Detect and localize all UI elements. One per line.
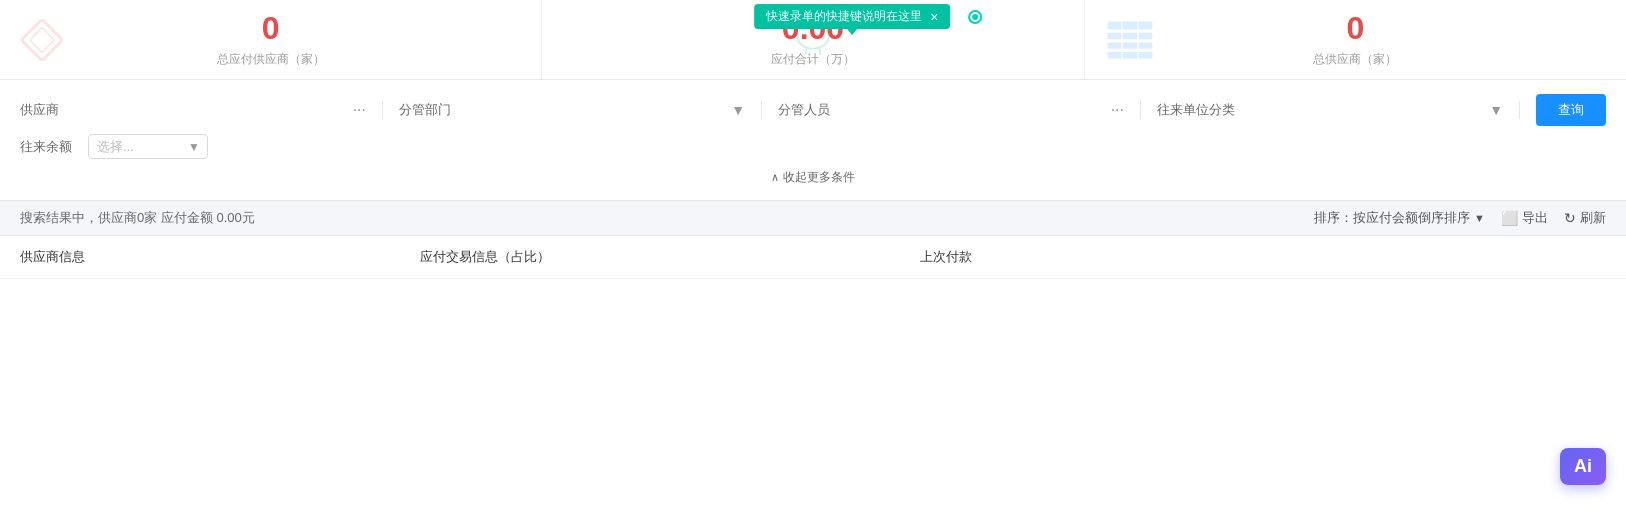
stat-payable-suppliers-value: 0 [262,11,280,46]
refresh-icon: ↻ [1564,210,1576,226]
stat-total-suppliers-value: 0 [1346,11,1364,46]
filter-department: 分管部门 ▼ [383,101,762,119]
result-actions: 排序：按应付会额倒序排序 ▼ ⬜ 导出 ↻ 刷新 [1314,209,1606,227]
filter-supplier: 供应商 ··· [20,101,383,119]
export-label: 导出 [1522,209,1548,227]
table-col2-header: 应付交易信息（占比） [420,248,920,266]
filter-row-1: 供应商 ··· 分管部门 ▼ 分管人员 ··· 往来单位分类 ▼ 查询 [20,94,1606,126]
svg-rect-1 [30,27,55,52]
result-bar: 搜索结果中，供应商0家 应付金额 0.00元 排序：按应付会额倒序排序 ▼ ⬜ … [0,201,1626,236]
grid-icon [1105,20,1155,60]
tooltip-text: 快速录单的快捷键说明在这里 [766,8,922,25]
svg-rect-0 [21,19,62,60]
ai-badge-button[interactable]: Ai [1560,448,1606,485]
diamond-icon [20,18,64,62]
tooltip-dot [970,12,980,22]
filter-unit-class: 往来单位分类 ▼ [1141,101,1520,119]
collapse-chevron-icon: ∧ [771,171,779,184]
export-icon: ⬜ [1501,210,1518,226]
result-info-text: 搜索结果中，供应商0家 应付金额 0.00元 [20,209,255,227]
svg-rect-7 [1107,21,1152,29]
refresh-label: 刷新 [1580,209,1606,227]
collapse-button[interactable]: ∧ 收起更多条件 [759,165,867,190]
collapse-label: 收起更多条件 [783,169,855,186]
supplier-input[interactable] [67,103,349,118]
stat-total-suppliers-label: 总供应商（家） [1313,51,1397,68]
filter-balance: 往来余额 选择... ▼ [20,134,208,159]
unit-class-label: 往来单位分类 [1157,101,1235,119]
svg-rect-10 [1107,52,1152,58]
query-button-container: 查询 [1520,94,1606,126]
sort-chevron-icon: ▼ [1474,212,1485,224]
tooltip-banner: 快速录单的快捷键说明在这里 × [754,4,950,29]
export-button[interactable]: ⬜ 导出 [1501,209,1548,227]
filter-row-2: 往来余额 选择... ▼ [20,134,1606,159]
refresh-button[interactable]: ↻ 刷新 [1564,209,1606,227]
table-col3-header: 上次付款 [920,248,1606,266]
stat-payable-suppliers-label: 总应付供应商（家） [217,51,325,68]
person-input[interactable] [838,103,1107,118]
svg-rect-8 [1107,32,1152,38]
stat-total-suppliers: 0 总供应商（家） [1085,0,1626,79]
person-dots-button[interactable]: ··· [1111,101,1124,119]
balance-label: 往来余额 [20,138,72,156]
svg-line-5 [819,47,820,55]
stat-payable-total: 快速录单的快捷键说明在这里 × 0.00 应付合计（万） [542,0,1084,79]
filter-person: 分管人员 ··· [762,101,1141,119]
sort-label: 排序：按应付会额倒序排序 [1314,209,1470,227]
department-label: 分管部门 [399,101,451,119]
filter-bar: 供应商 ··· 分管部门 ▼ 分管人员 ··· 往来单位分类 ▼ 查询 往来 [0,80,1626,201]
stat-total-payable-suppliers: 0 总应付供应商（家） [0,0,542,79]
supplier-label: 供应商 [20,101,59,119]
unit-class-input[interactable] [1243,103,1485,118]
department-input[interactable] [459,103,727,118]
supplier-dots-button[interactable]: ··· [353,101,366,119]
balance-select[interactable]: 选择... [88,134,208,159]
unit-class-chevron-icon[interactable]: ▼ [1489,102,1503,118]
table-header: 供应商信息 应付交易信息（占比） 上次付款 [0,236,1626,279]
svg-rect-9 [1107,42,1152,48]
svg-line-4 [805,47,806,55]
department-chevron-icon[interactable]: ▼ [731,102,745,118]
sort-button[interactable]: 排序：按应付会额倒序排序 ▼ [1314,209,1485,227]
top-stats-bar: 0 总应付供应商（家） 快速录单的快捷键说明在这里 × 0.00 应付合计（万） [0,0,1626,80]
balance-select-wrapper: 选择... ▼ [88,134,208,159]
query-button[interactable]: 查询 [1536,94,1606,126]
person-label: 分管人员 [778,101,830,119]
tooltip-close-button[interactable]: × [930,10,938,24]
table-body [0,279,1626,515]
table-col1-header: 供应商信息 [20,248,420,266]
